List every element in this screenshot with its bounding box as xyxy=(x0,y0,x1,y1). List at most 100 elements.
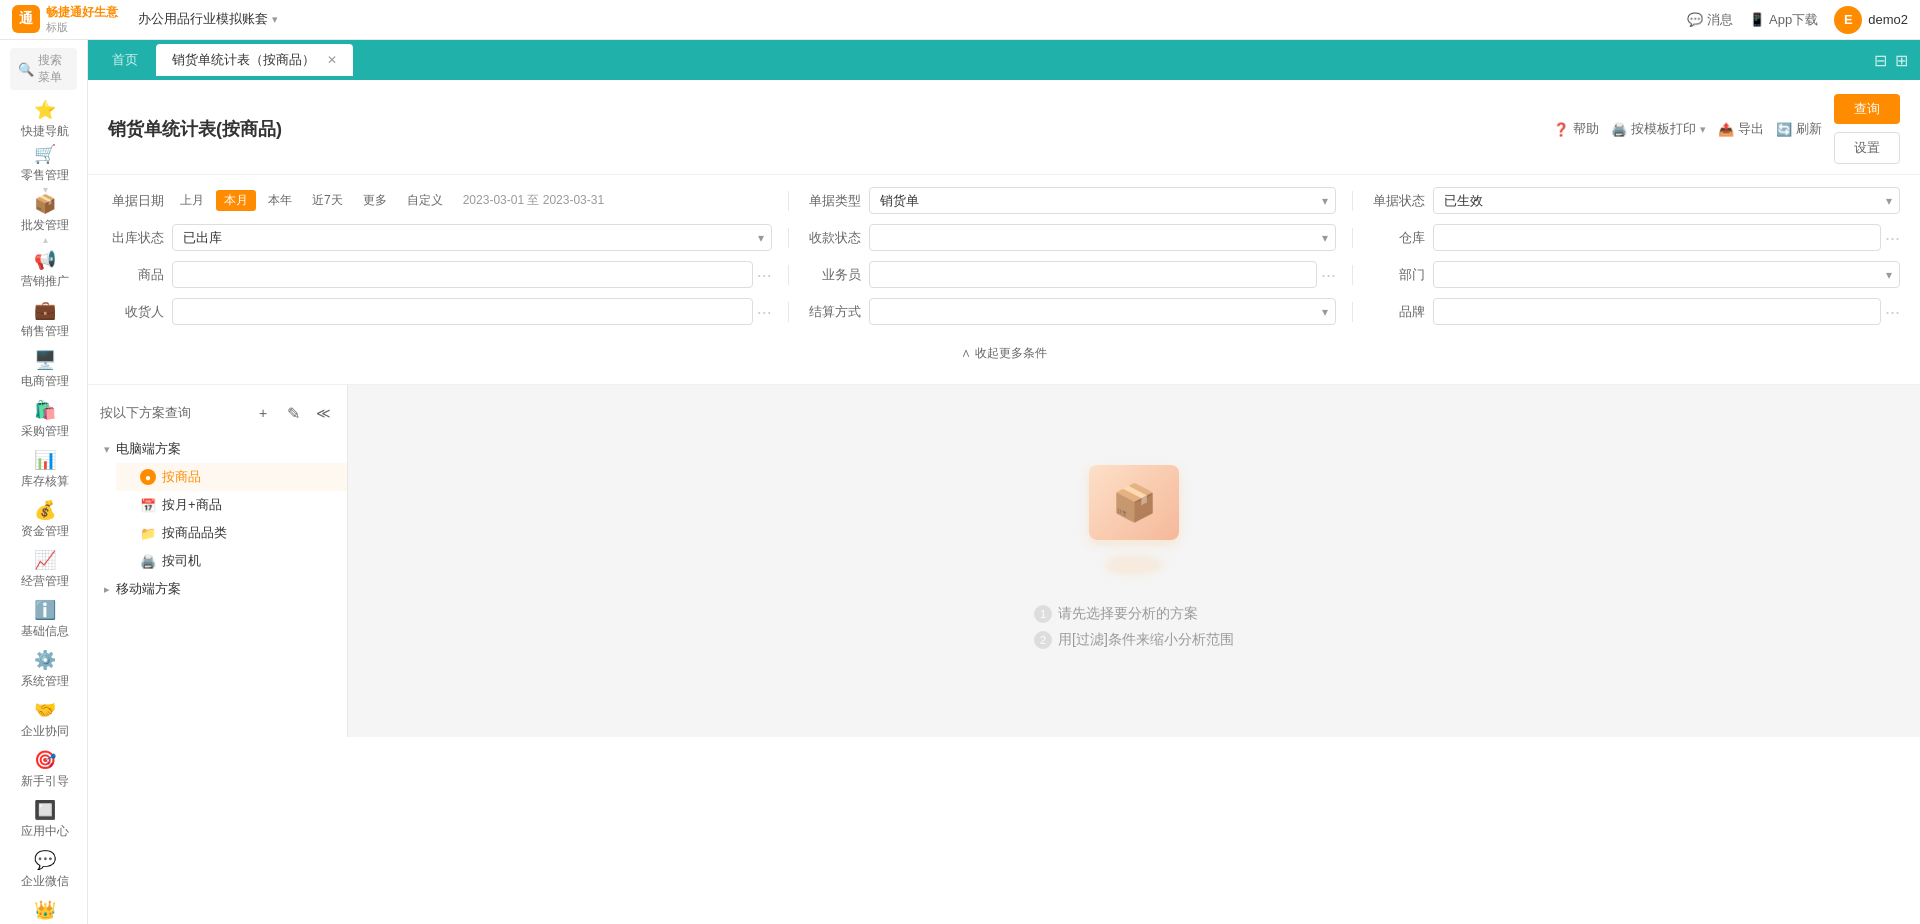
top-bar: 通 畅捷通好生意 标版 办公用品行业模拟账套 ▾ 💬 消息 📱 App下载 E … xyxy=(0,0,1920,40)
out-status-select[interactable]: 已出库 xyxy=(172,224,772,251)
tree-node-by-goods-cat[interactable]: 📁 按商品品类 xyxy=(116,519,347,547)
doc-status-select[interactable]: 已生效 xyxy=(1433,187,1900,214)
tab-home[interactable]: 首页 xyxy=(96,44,154,76)
sidebar-item-corp[interactable]: 🤝 企业协同 xyxy=(0,694,87,744)
date-tag-last-month[interactable]: 上月 xyxy=(172,190,212,211)
content-area: 首页 销货单统计表（按商品） ✕ ⊟ ⊞ 销货单统计表(按商品) ❓ xyxy=(88,40,1920,924)
salesman-dots-icon[interactable]: ··· xyxy=(1321,266,1336,284)
maximize-icon[interactable]: ⊞ xyxy=(1895,51,1908,70)
sidebar-item-finance[interactable]: 💰 资金管理 xyxy=(0,494,87,544)
app-download-icon: 📱 xyxy=(1749,12,1765,27)
help-icon: ❓ xyxy=(1553,122,1569,137)
sidebar-item-ecom[interactable]: 🖥️ 电商管理 xyxy=(0,344,87,394)
filter-row-3: 商品 ··· 业务员 ··· xyxy=(108,261,1900,288)
sidebar-item-wechat[interactable]: 💬 企业微信 xyxy=(0,844,87,894)
brand-dots-icon[interactable]: ··· xyxy=(1885,303,1900,321)
edit-scheme-icon: ✎ xyxy=(287,404,300,423)
goods-input[interactable] xyxy=(172,261,753,288)
tree-node-pc[interactable]: ▾ 电脑端方案 xyxy=(88,435,347,463)
refresh-icon: 🔄 xyxy=(1776,122,1792,137)
step-2-num: 2 xyxy=(1034,631,1052,649)
collapse-conditions-btn[interactable]: ∧ 收起更多条件 xyxy=(108,335,1900,372)
tree-node-by-month-goods[interactable]: 📅 按月+商品 xyxy=(116,491,347,519)
sales-icon: 💼 xyxy=(34,299,56,321)
filter-out-status: 出库状态 已出库 xyxy=(108,224,772,251)
sidebar-item-marketing[interactable]: 📢 营销推广 xyxy=(0,244,87,294)
tab-home-label: 首页 xyxy=(112,51,138,69)
wholesale-icon: 📦 xyxy=(34,193,56,215)
lp-collapse-btn[interactable]: ≪ xyxy=(311,401,335,425)
by-printer-icon: 🖨️ xyxy=(140,554,156,569)
sidebar-search-btn[interactable]: 🔍 搜索菜单 xyxy=(10,48,77,90)
query-button[interactable]: 查询 xyxy=(1834,94,1900,124)
industry-select[interactable]: 办公用品行业模拟账套 ▾ xyxy=(138,10,278,28)
sidebar-item-member[interactable]: 👑 畅会员 xyxy=(0,894,87,924)
date-tag-custom[interactable]: 自定义 xyxy=(399,190,451,211)
tab-sales-stat[interactable]: 销货单统计表（按商品） ✕ xyxy=(156,44,353,76)
top-bar-right: 💬 消息 📱 App下载 E demo2 xyxy=(1687,6,1908,34)
warehouse-dots-icon[interactable]: ··· xyxy=(1885,229,1900,247)
filter-warehouse: 仓库 ··· xyxy=(1369,224,1900,251)
empty-state: 📦 1 请先选择要分析的方案 xyxy=(348,385,1920,737)
sidebar-item-guide[interactable]: 🎯 新手引导 xyxy=(0,744,87,794)
tree-node-mobile[interactable]: ▸ 移动端方案 xyxy=(88,575,347,603)
member-icon: 👑 xyxy=(34,899,56,921)
divider-1 xyxy=(788,191,789,211)
date-tag-this-month[interactable]: 本月 xyxy=(216,190,256,211)
settle-select-wrapper xyxy=(869,298,1336,325)
empty-icon: 📦 xyxy=(1074,465,1194,585)
goods-dots-icon[interactable]: ··· xyxy=(757,266,772,284)
sidebar-item-sales[interactable]: 💼 销售管理 xyxy=(0,294,87,344)
date-label: 单据日期 xyxy=(108,192,164,210)
refresh-btn[interactable]: 🔄 刷新 xyxy=(1776,120,1822,138)
tab-close-icon[interactable]: ✕ xyxy=(327,53,337,67)
date-tag-this-year[interactable]: 本年 xyxy=(260,190,300,211)
user-area[interactable]: E demo2 xyxy=(1834,6,1908,34)
consignee-dots-icon[interactable]: ··· xyxy=(757,303,772,321)
help-btn[interactable]: ❓ 帮助 xyxy=(1553,120,1599,138)
settle-select[interactable] xyxy=(869,298,1336,325)
doc-type-select[interactable]: 销货单 xyxy=(869,187,1336,214)
settle-label: 结算方式 xyxy=(805,303,861,321)
lp-add-btn[interactable]: + xyxy=(251,401,275,425)
collect-status-select[interactable] xyxy=(869,224,1336,251)
doc-type-label: 单据类型 xyxy=(805,192,861,210)
sidebar-item-ops[interactable]: 📈 经营管理 xyxy=(0,544,87,594)
apps-icon: 🔲 xyxy=(34,799,56,821)
salesman-control: ··· xyxy=(869,261,1336,288)
tree-node-by-goods[interactable]: ● 按商品 xyxy=(116,463,347,491)
consignee-input[interactable] xyxy=(172,298,753,325)
empty-box-emoji: 📦 xyxy=(1112,482,1157,524)
user-name[interactable]: demo2 xyxy=(1868,12,1908,27)
warehouse-input[interactable] xyxy=(1433,224,1881,251)
filter-salesman: 业务员 ··· xyxy=(805,261,1336,288)
sidebar-item-wholesale[interactable]: 📦 批发管理 ▴ xyxy=(0,194,87,244)
tree-node-by-printer[interactable]: 🖨️ 按司机 xyxy=(116,547,347,575)
export-btn[interactable]: 📤 导出 xyxy=(1718,120,1764,138)
date-tag-7days[interactable]: 近7天 xyxy=(304,190,351,211)
page-header: 销货单统计表(按商品) ❓ 帮助 🖨️ 按模板打印 ▾ 📤 xyxy=(88,80,1920,175)
sidebar-item-system[interactable]: ⚙️ 系统管理 xyxy=(0,644,87,694)
settings-button[interactable]: 设置 xyxy=(1834,132,1900,164)
department-select[interactable] xyxy=(1433,261,1900,288)
sidebar-item-purchase[interactable]: 🛍️ 采购管理 xyxy=(0,394,87,444)
salesman-label: 业务员 xyxy=(805,266,861,284)
salesman-input[interactable] xyxy=(869,261,1317,288)
guide-icon: 🎯 xyxy=(34,749,56,771)
lp-edit-btn[interactable]: ✎ xyxy=(281,401,305,425)
sidebar-item-basic[interactable]: ℹ️ 基础信息 xyxy=(0,594,87,644)
sidebar-item-shortcut[interactable]: ⭐ 快捷导航 xyxy=(0,94,87,144)
collect-status-select-wrapper xyxy=(869,224,1336,251)
app-download-btn[interactable]: 📱 App下载 xyxy=(1749,11,1818,29)
sidebar-item-apps[interactable]: 🔲 应用中心 xyxy=(0,794,87,844)
sidebar-item-inventory[interactable]: 📊 库存核算 xyxy=(0,444,87,494)
date-tag-more[interactable]: 更多 xyxy=(355,190,395,211)
corp-icon: 🤝 xyxy=(34,699,56,721)
message-btn[interactable]: 💬 消息 xyxy=(1687,11,1733,29)
brand-input[interactable] xyxy=(1433,298,1881,325)
empty-text-list: 1 请先选择要分析的方案 2 用[过滤]条件来缩小分析范围 xyxy=(1034,605,1234,657)
minimize-icon[interactable]: ⊟ xyxy=(1874,51,1887,70)
print-btn[interactable]: 🖨️ 按模板打印 ▾ xyxy=(1611,120,1706,138)
filter-row-1: 单据日期 上月 本月 本年 近7天 更多 自定义 20 xyxy=(108,187,1900,214)
sidebar-item-retail[interactable]: 🛒 零售管理 ▾ xyxy=(0,144,87,194)
